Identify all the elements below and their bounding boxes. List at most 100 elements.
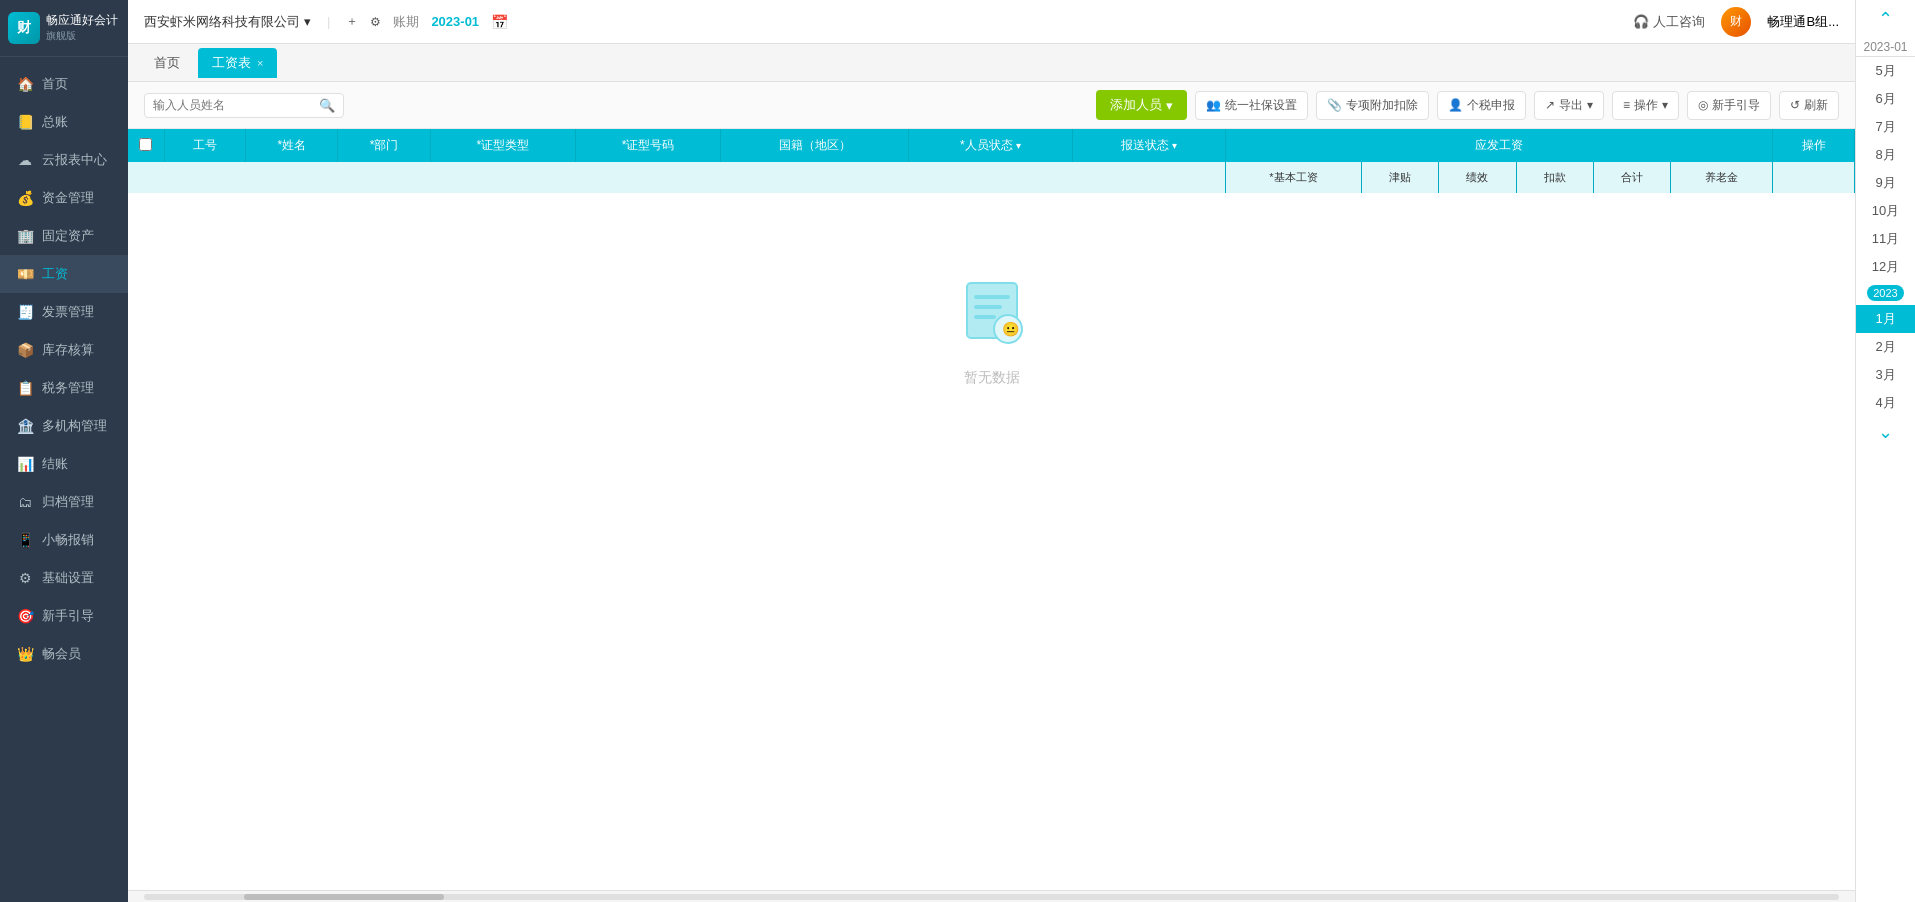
cal-month-5[interactable]: 5月 <box>1856 57 1915 85</box>
support-icon: 🎧 <box>1633 14 1649 29</box>
svg-text:😐: 😐 <box>1002 321 1020 338</box>
archive-icon: 🗂 <box>16 494 34 510</box>
expense-icon: 📱 <box>16 532 34 548</box>
th-cert-no: *证型号码 <box>575 129 720 162</box>
add-company-button[interactable]: ＋ <box>346 13 358 30</box>
main-area: 西安虾米网络科技有限公司 ▾ | ＋ ⚙ 账期 2023-01 📅 🎧 人工咨询… <box>128 0 1855 902</box>
th-sub-empty <box>128 162 1226 193</box>
sidebar-item-expense[interactable]: 📱 小畅报销 <box>0 521 128 559</box>
sidebar-nav: 🏠 首页 📒 总账 ☁ 云报表中心 💰 资金管理 🏢 固定资产 💴 工资 🧾 发… <box>0 57 128 902</box>
sidebar-item-asset[interactable]: 🏢 固定资产 <box>0 217 128 255</box>
special-deduct-icon: 📎 <box>1327 98 1342 112</box>
sidebar-item-guide[interactable]: 🎯 新手引导 <box>0 597 128 635</box>
support-button[interactable]: 🎧 人工咨询 <box>1633 13 1705 31</box>
export-button[interactable]: ↗ 导出 ▾ <box>1534 91 1604 120</box>
tab-salary[interactable]: 工资表 × <box>198 48 277 78</box>
table-header-row2: *基本工资 津贴 绩效 扣款 合计 养老金 <box>128 162 1855 193</box>
sidebar-item-label: 总账 <box>42 113 68 131</box>
cal-month-8[interactable]: 8月 <box>1856 141 1915 169</box>
status-filter-icon[interactable]: ▾ <box>1016 140 1021 151</box>
asset-icon: 🏢 <box>16 228 34 244</box>
social-security-button[interactable]: 👥 统一社保设置 <box>1195 91 1308 120</box>
th-performance: 绩效 <box>1439 162 1516 193</box>
sidebar-item-tax[interactable]: 📋 税务管理 <box>0 369 128 407</box>
cal-month-2[interactable]: 2月 <box>1856 333 1915 361</box>
cal-month-9[interactable]: 9月 <box>1856 169 1915 197</box>
topbar: 西安虾米网络科技有限公司 ▾ | ＋ ⚙ 账期 2023-01 📅 🎧 人工咨询… <box>128 0 1855 44</box>
cal-nav-down[interactable]: ⌄ <box>1856 417 1915 447</box>
th-report-status: 报送状态 ▾ <box>1072 129 1225 162</box>
logo-icon: 财 <box>8 12 40 44</box>
salary-table: 工号 *姓名 *部门 *证型类型 *证型号码 国籍（地区） *人员状态 ▾ 报送… <box>128 129 1855 193</box>
cal-nav-up[interactable]: ⌃ <box>1856 4 1915 34</box>
sidebar-item-label: 发票管理 <box>42 303 94 321</box>
company-name: 西安虾米网络科技有限公司 <box>144 13 300 31</box>
guide-button[interactable]: ◎ 新手引导 <box>1687 91 1771 120</box>
operation-button[interactable]: ≡ 操作 ▾ <box>1612 91 1679 120</box>
empty-text: 暂无数据 <box>964 369 1020 387</box>
sidebar-item-invoice[interactable]: 🧾 发票管理 <box>0 293 128 331</box>
sidebar-item-label: 小畅报销 <box>42 531 94 549</box>
settings-icon: ⚙ <box>16 570 34 586</box>
tab-close-icon[interactable]: × <box>257 57 263 69</box>
cal-month-11[interactable]: 11月 <box>1856 225 1915 253</box>
cal-month-12[interactable]: 12月 <box>1856 253 1915 281</box>
toolbar-right: 添加人员 ▾ 👥 统一社保设置 📎 专项附加扣除 👤 个税申报 ↗ 导 <box>1096 90 1839 120</box>
sidebar-item-ledger[interactable]: 📒 总账 <box>0 103 128 141</box>
sidebar-item-cloud[interactable]: ☁ 云报表中心 <box>0 141 128 179</box>
sidebar-item-label: 结账 <box>42 455 68 473</box>
user-name: 畅理通B组... <box>1767 13 1839 31</box>
calendar-icon[interactable]: 📅 <box>491 14 508 30</box>
tab-home[interactable]: 首页 <box>140 48 194 78</box>
svg-rect-2 <box>974 305 1002 309</box>
tax-report-button[interactable]: 👤 个税申报 <box>1437 91 1526 120</box>
settings-button[interactable]: ⚙ <box>370 15 381 29</box>
guide-label: 新手引导 <box>1712 97 1760 114</box>
scroll-thumb[interactable] <box>244 894 444 900</box>
cal-month-10[interactable]: 10月 <box>1856 197 1915 225</box>
sidebar-item-label: 归档管理 <box>42 493 94 511</box>
th-deduct: 扣款 <box>1516 162 1593 193</box>
cal-month-1[interactable]: 1月 <box>1856 305 1915 333</box>
th-salary-group: 应发工资 <box>1226 129 1773 162</box>
sidebar-item-home[interactable]: 🏠 首页 <box>0 65 128 103</box>
th-checkbox[interactable] <box>128 129 164 162</box>
sidebar-item-label: 多机构管理 <box>42 417 107 435</box>
cal-month-6[interactable]: 6月 <box>1856 85 1915 113</box>
th-base-salary: *基本工资 <box>1226 162 1362 193</box>
vip-icon: 👑 <box>16 646 34 662</box>
scroll-track[interactable] <box>144 894 1839 900</box>
tab-salary-label: 工资表 <box>212 54 251 72</box>
refresh-icon: ↺ <box>1790 98 1800 112</box>
cloud-icon: ☁ <box>16 152 34 168</box>
refresh-button[interactable]: ↺ 刷新 <box>1779 91 1839 120</box>
app-name: 畅应通好会计 <box>46 13 118 29</box>
search-input[interactable] <box>153 98 313 112</box>
cal-month-4[interactable]: 4月 <box>1856 389 1915 417</box>
guide-circle-icon: ◎ <box>1698 98 1708 112</box>
sidebar-item-close[interactable]: 📊 结账 <box>0 445 128 483</box>
sidebar-item-vip[interactable]: 👑 畅会员 <box>0 635 128 673</box>
cal-month-7[interactable]: 7月 <box>1856 113 1915 141</box>
company-selector[interactable]: 西安虾米网络科技有限公司 ▾ <box>144 13 311 31</box>
empty-state: 😐 暂无数据 <box>128 193 1855 467</box>
operation-icon: ≡ <box>1623 98 1630 112</box>
cal-month-3[interactable]: 3月 <box>1856 361 1915 389</box>
sidebar-item-archive[interactable]: 🗂 归档管理 <box>0 483 128 521</box>
sidebar-item-fund[interactable]: 💰 资金管理 <box>0 179 128 217</box>
sidebar-item-multi[interactable]: 🏦 多机构管理 <box>0 407 128 445</box>
period-value: 2023-01 <box>431 14 479 29</box>
add-person-button[interactable]: 添加人员 ▾ <box>1096 90 1187 120</box>
report-filter-icon[interactable]: ▾ <box>1172 140 1177 151</box>
special-deduct-button[interactable]: 📎 专项附加扣除 <box>1316 91 1429 120</box>
topbar-divider: | <box>327 14 330 29</box>
user-avatar[interactable]: 财 <box>1721 7 1751 37</box>
select-all-checkbox[interactable] <box>139 138 152 151</box>
export-label: 导出 <box>1559 97 1583 114</box>
sidebar-item-label: 新手引导 <box>42 607 94 625</box>
social-security-icon: 👥 <box>1206 98 1221 112</box>
sidebar-item-salary[interactable]: 💴 工资 <box>0 255 128 293</box>
sidebar-item-settings[interactable]: ⚙ 基础设置 <box>0 559 128 597</box>
sidebar-item-label: 库存核算 <box>42 341 94 359</box>
sidebar-item-inventory[interactable]: 📦 库存核算 <box>0 331 128 369</box>
